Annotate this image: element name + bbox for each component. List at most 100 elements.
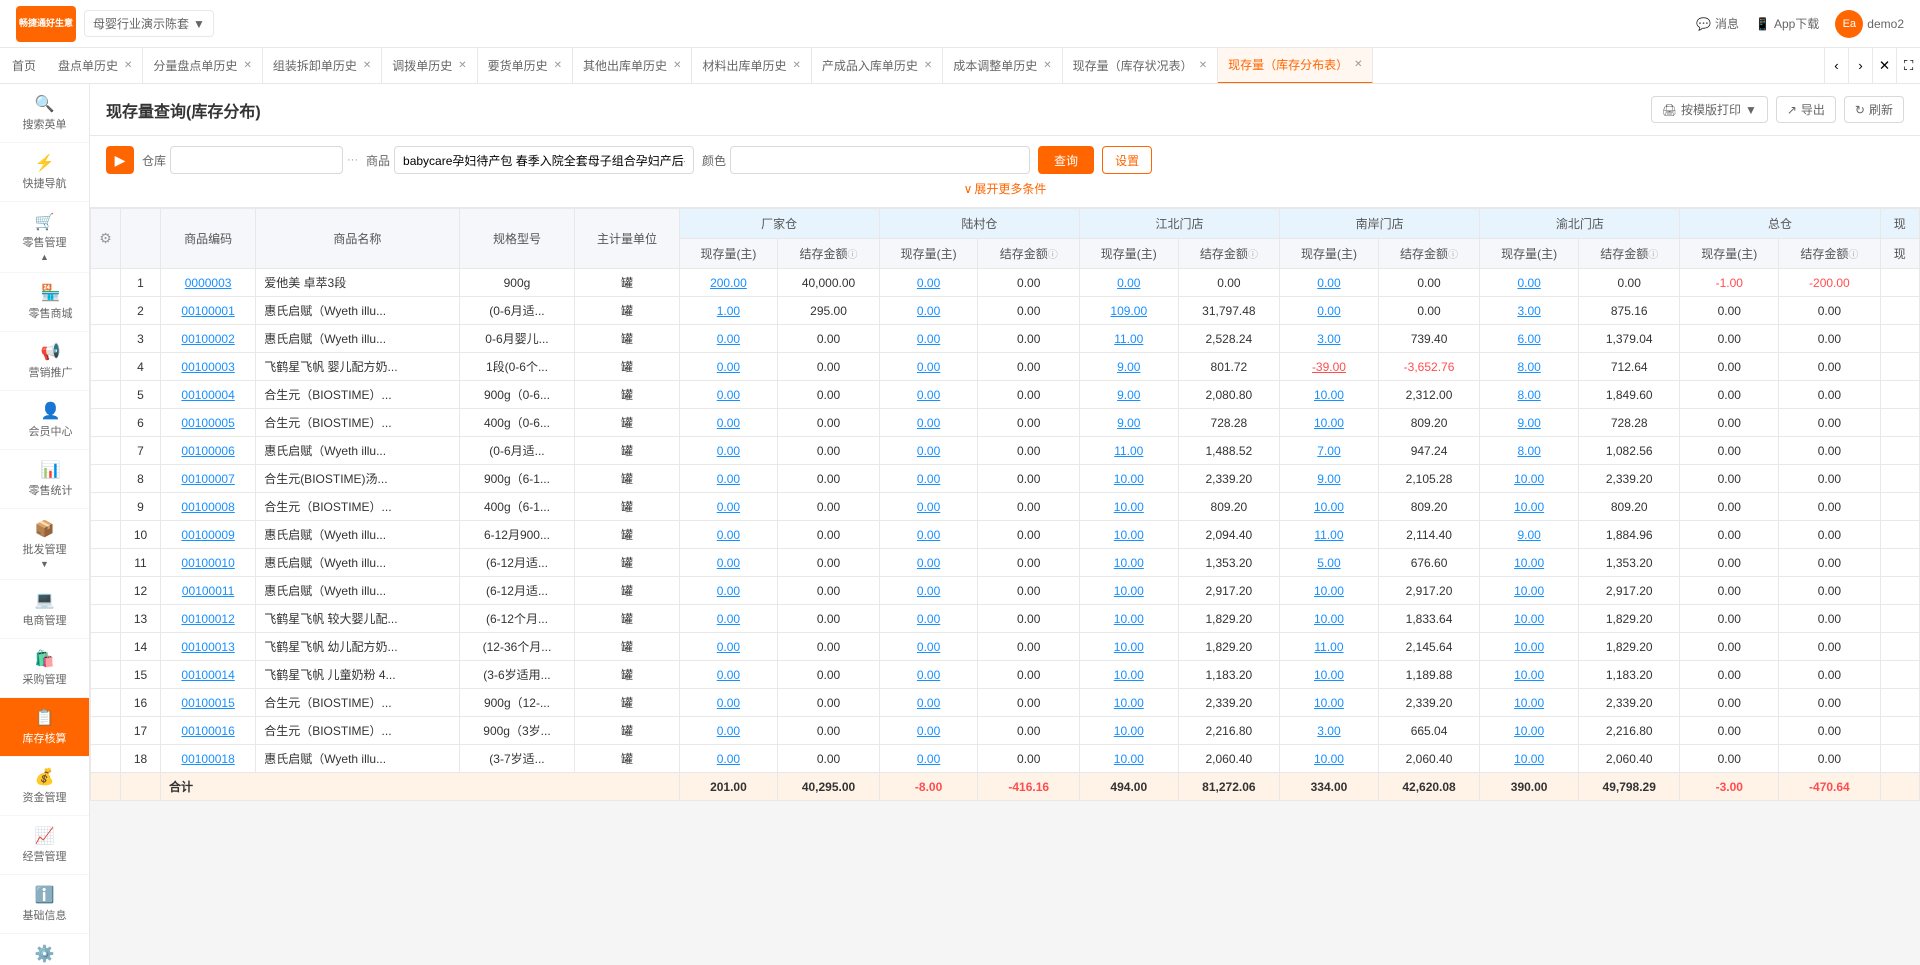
close-icon[interactable]: ✕ — [924, 60, 932, 71]
tab-chengben[interactable]: 成本调整单历史 ✕ — [943, 48, 1062, 84]
goods-input[interactable] — [394, 146, 694, 174]
row-no: 12 — [121, 577, 161, 605]
search-btn[interactable]: 查询 — [1038, 146, 1094, 174]
filter-toggle-btn[interactable]: ▶ — [106, 146, 134, 174]
tab-cailiao[interactable]: 材料出库单历史 ✕ — [692, 48, 811, 84]
row-settings — [91, 409, 121, 437]
sidebar-item-inventory[interactable]: 📋 库存核算 — [0, 698, 89, 757]
tab-xiancun-status[interactable]: 现存量（库存状况表） ✕ — [1063, 48, 1218, 84]
close-icon[interactable]: ✕ — [458, 60, 466, 71]
col-lc-qty: 现存量(主) — [879, 239, 978, 269]
row-settings — [91, 521, 121, 549]
sidebar-item-wholesale[interactable]: 📦 批发管理 ▼ — [0, 509, 89, 580]
print-btn[interactable]: 🖨 按模版打印 ▼ — [1651, 96, 1768, 123]
row-jb-qty: 10.00 — [1079, 577, 1178, 605]
setting-btn[interactable]: 设置 — [1102, 146, 1152, 174]
tab-fenliang[interactable]: 分量盘点单历史 ✕ — [143, 48, 262, 84]
close-icon[interactable]: ✕ — [554, 60, 562, 71]
user-menu[interactable]: Ea demo2 — [1835, 10, 1904, 38]
row-no: 13 — [121, 605, 161, 633]
close-icon[interactable]: ✕ — [363, 60, 371, 71]
sidebar-item-retail-stats[interactable]: 📊 零售统计 — [0, 450, 89, 509]
row-name: 飞鹤星飞帆 婴儿配方奶... — [256, 353, 459, 381]
row-lc-qty: 0.00 — [879, 549, 978, 577]
close-icon[interactable]: ✕ — [792, 60, 800, 71]
info-icon-jb[interactable]: ⓘ — [1248, 250, 1258, 261]
app-download-btn[interactable]: 📱 App下载 — [1755, 15, 1819, 32]
page-title: 现存量查询(库存分布) — [106, 98, 261, 134]
tab-zuche[interactable]: 组装拆卸单历史 ✕ — [263, 48, 382, 84]
sidebar-item-ecommerce[interactable]: 💻 电商管理 — [0, 580, 89, 639]
sidebar-item-basic-info[interactable]: ℹ️ 基础信息 — [0, 875, 89, 934]
close-icon[interactable]: ✕ — [1354, 59, 1362, 70]
tab-close-btn[interactable]: ✕ — [1872, 48, 1896, 84]
expand-more-btn[interactable]: ∨ 展开更多条件 — [964, 180, 1047, 197]
sidebar-item-marketing[interactable]: 📢 营销推广 — [0, 332, 89, 391]
sum-yb-qty: 390.00 — [1480, 773, 1579, 801]
sidebar-item-mall[interactable]: 🏪 零售商城 — [0, 273, 89, 332]
sidebar-item-finance[interactable]: 💰 资金管理 — [0, 757, 89, 816]
row-zc-amt: 0.00 — [1779, 661, 1880, 689]
close-icon[interactable]: ✕ — [124, 60, 132, 71]
row-na-amt: 2,145.64 — [1378, 633, 1479, 661]
tab-home[interactable]: 首页 — [0, 48, 48, 84]
tab-pandian[interactable]: 盘点单历史 ✕ — [48, 48, 143, 84]
tab-qita[interactable]: 其他出库单历史 ✕ — [573, 48, 692, 84]
row-fj-qty: 0.00 — [679, 521, 778, 549]
sidebar-item-operations[interactable]: 📈 经营管理 — [0, 816, 89, 875]
sidebar-item-member[interactable]: 👤 会员中心 — [0, 391, 89, 450]
row-lc-qty: 0.00 — [879, 297, 978, 325]
message-btn[interactable]: 💬 消息 — [1696, 15, 1739, 32]
color-input[interactable] — [730, 146, 1030, 174]
info-icon-zc[interactable]: ⓘ — [1848, 250, 1858, 261]
close-icon[interactable]: ✕ — [1199, 60, 1207, 71]
row-na-amt: 2,339.20 — [1378, 689, 1479, 717]
row-fj-amt: 0.00 — [778, 493, 879, 521]
row-na-amt: 676.60 — [1378, 549, 1479, 577]
close-icon[interactable]: ✕ — [243, 60, 251, 71]
close-icon[interactable]: ✕ — [1043, 60, 1051, 71]
row-lc-qty: 0.00 — [879, 465, 978, 493]
row-no: 9 — [121, 493, 161, 521]
info-icon-lc[interactable]: ⓘ — [1048, 250, 1058, 261]
row-no: 8 — [121, 465, 161, 493]
printer-icon: 🖨 — [1662, 103, 1677, 117]
sum-lc-amt: -416.16 — [978, 773, 1079, 801]
row-jb-amt: 2,339.20 — [1178, 465, 1279, 493]
col-jiangbei-header: 江北门店 — [1079, 209, 1279, 239]
tab-expand-btn[interactable]: ⛶ — [1896, 48, 1920, 84]
sidebar-item-system[interactable]: ⚙️ 系统管理 — [0, 934, 89, 965]
row-settings — [91, 437, 121, 465]
row-settings — [91, 493, 121, 521]
row-code: 00100007 — [161, 465, 256, 493]
warehouse-input[interactable] — [170, 146, 343, 174]
info-icon-na[interactable]: ⓘ — [1448, 250, 1458, 261]
tab-xiancun-dist[interactable]: 现存量（库存分布表） ✕ — [1218, 48, 1373, 84]
row-spec: 400g（6-1... — [459, 493, 575, 521]
sidebar-item-retail-mgmt[interactable]: 🛒 零售管理 ▲ — [0, 202, 89, 273]
row-name: 惠氏启赋（Wyeth illu... — [256, 549, 459, 577]
row-na-amt: 2,105.28 — [1378, 465, 1479, 493]
row-zc-amt: 0.00 — [1779, 297, 1880, 325]
tab-chancheng[interactable]: 产成品入库单历史 ✕ — [812, 48, 943, 84]
row-jb-qty: 10.00 — [1079, 661, 1178, 689]
row-unit: 罐 — [575, 493, 679, 521]
row-zc-qty: 0.00 — [1680, 717, 1779, 745]
warehouse-more-btn[interactable]: ··· — [347, 154, 358, 166]
sidebar-item-search[interactable]: 🔍 搜索英单 — [0, 84, 89, 143]
tab-yaohuo[interactable]: 要货单历史 ✕ — [478, 48, 573, 84]
info-icon-yb[interactable]: ⓘ — [1648, 250, 1658, 261]
row-name: 合生元（BIOSTIME）... — [256, 717, 459, 745]
sidebar-item-nav[interactable]: ⚡ 快捷导航 — [0, 143, 89, 202]
refresh-btn[interactable]: ↻ 刷新 — [1844, 96, 1904, 123]
org-selector[interactable]: 母婴行业演示陈套 ▼ — [84, 10, 214, 37]
tab-prev-btn[interactable]: ‹ — [1824, 48, 1848, 84]
info-icon-fj[interactable]: ⓘ — [848, 250, 858, 261]
close-icon[interactable]: ✕ — [673, 60, 681, 71]
export-btn[interactable]: ↗ 导出 — [1776, 96, 1836, 123]
row-settings — [91, 633, 121, 661]
settings-icon[interactable]: ⚙ — [99, 230, 112, 246]
tab-diaob[interactable]: 调拨单历史 ✕ — [382, 48, 477, 84]
tab-next-btn[interactable]: › — [1848, 48, 1872, 84]
sidebar-item-purchase[interactable]: 🛍️ 采购管理 — [0, 639, 89, 698]
